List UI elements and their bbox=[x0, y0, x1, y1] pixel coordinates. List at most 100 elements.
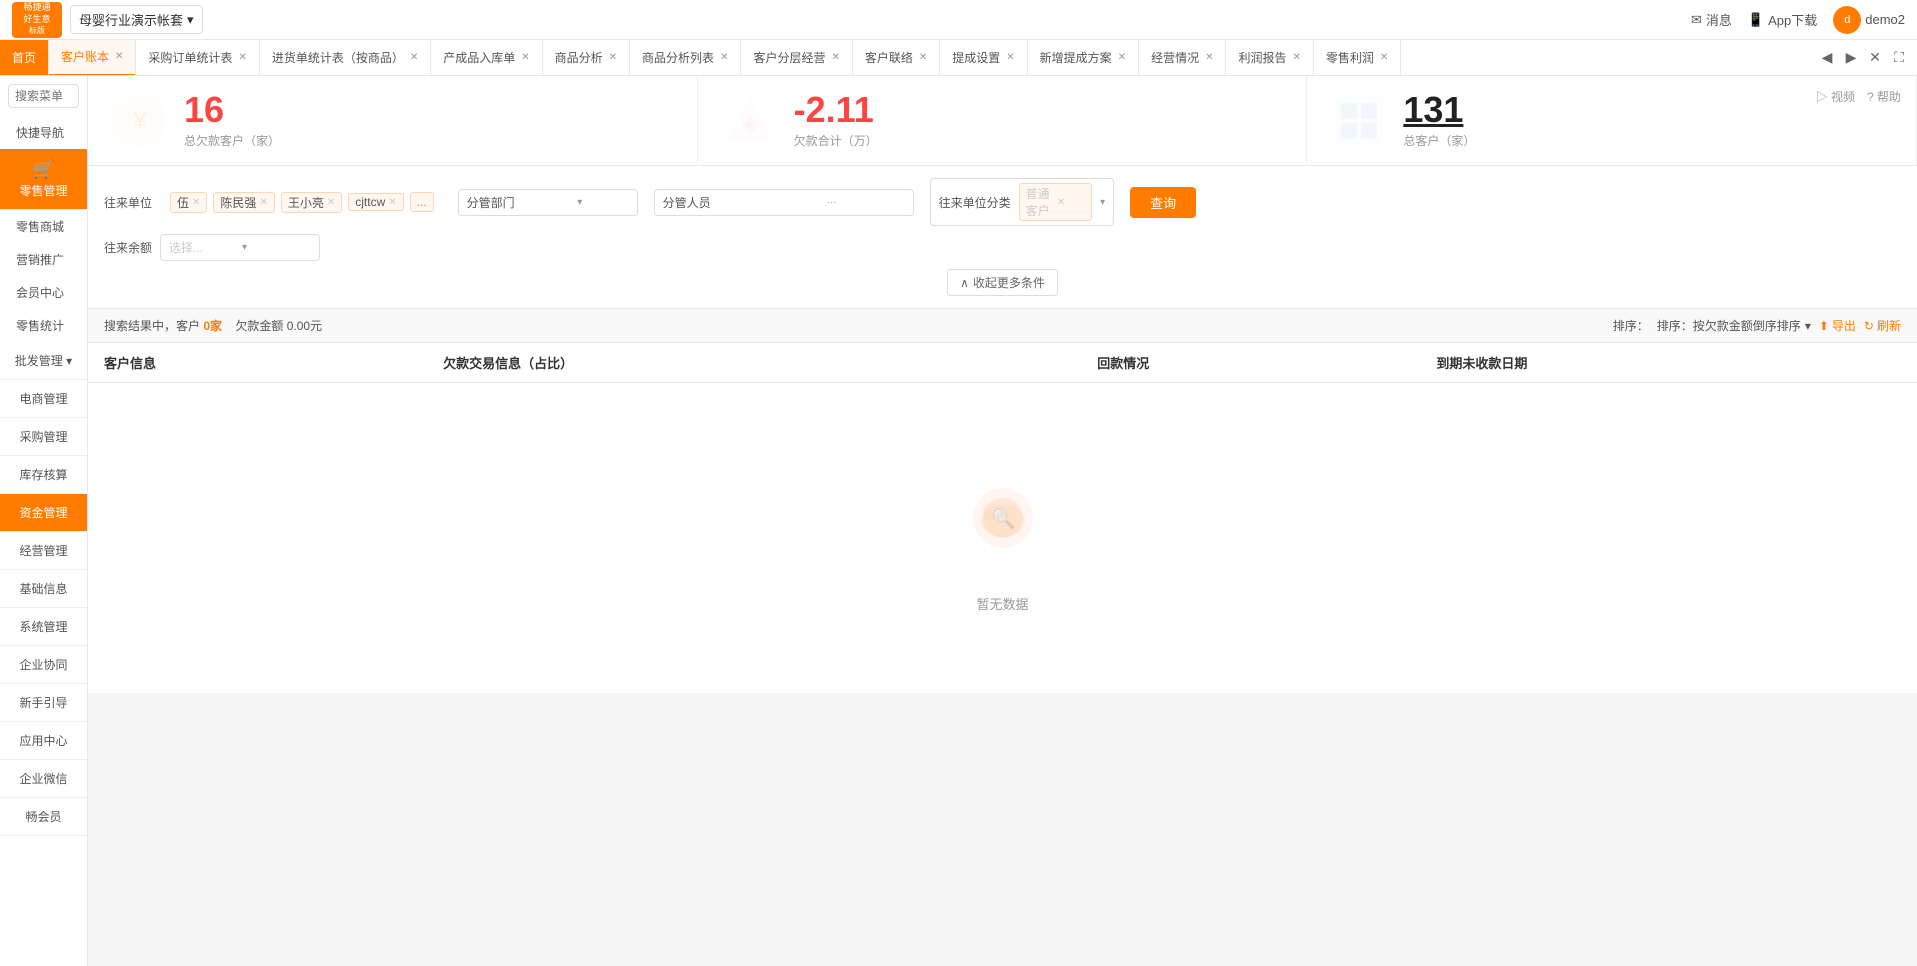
close-tab-new-achievement[interactable]: ✕ bbox=[1118, 52, 1126, 63]
category-filter-select[interactable]: 往来单位分类 普通客户 ✕ ▾ bbox=[930, 178, 1114, 226]
export-btn[interactable]: ⬆ 导出 bbox=[1819, 317, 1856, 334]
unit-tag-2: 陈民强 ✕ bbox=[213, 192, 274, 213]
tab-retail-profit[interactable]: 零售利润 ✕ bbox=[1314, 40, 1401, 76]
unit-filter-tags: 伍 ✕ 陈民强 ✕ 王小亮 ✕ bbox=[170, 192, 434, 213]
balance-filter-label: 往来余额 bbox=[104, 239, 152, 256]
col-repayment: 回款情况 bbox=[1081, 343, 1420, 383]
tab-goods-analysis[interactable]: 商品分析 ✕ bbox=[543, 40, 630, 76]
close-tab-profit-report[interactable]: ✕ bbox=[1293, 52, 1301, 63]
credit-customers-label: 总欠款客户（家） bbox=[184, 132, 280, 149]
sidebar-item-wholesale[interactable]: 批发管理 ▾ bbox=[0, 342, 87, 380]
unit-tag-3: 王小亮 ✕ bbox=[281, 192, 342, 213]
tab-purchase-order-stats[interactable]: 采购订单统计表 ✕ bbox=[136, 40, 259, 76]
sidebar-item-purchase[interactable]: 采购管理 bbox=[0, 418, 87, 456]
sidebar-item-new-guide[interactable]: 新手引导 bbox=[0, 684, 87, 722]
export-icon: ⬆ bbox=[1819, 319, 1829, 333]
sidebar-item-operations[interactable]: 经营管理 bbox=[0, 532, 87, 570]
sidebar-item-enterprise-wechat[interactable]: 企业微信 bbox=[0, 760, 87, 798]
sidebar-item-member[interactable]: 会员中心 bbox=[0, 276, 87, 309]
app-logo: 畅捷通好生意标版 bbox=[12, 2, 62, 38]
sidebar-item-marketing[interactable]: 营销推广 bbox=[0, 243, 87, 276]
empty-icon: 🔍 bbox=[953, 463, 1053, 582]
chevron-down-icon: ▾ bbox=[187, 12, 194, 28]
nav-prev-btn[interactable]: ◀ bbox=[1817, 48, 1837, 68]
tab-remind-settings[interactable]: 提成设置 ✕ bbox=[940, 40, 1027, 76]
sidebar-item-basic-info[interactable]: 基础信息 bbox=[0, 570, 87, 608]
remove-category-tag[interactable]: ✕ bbox=[1057, 197, 1085, 208]
balance-filter-select[interactable]: 选择... ▾ bbox=[160, 234, 320, 261]
sidebar-item-app-center[interactable]: 应用中心 bbox=[0, 722, 87, 760]
category-chevron-icon: ▾ bbox=[1100, 197, 1105, 208]
balance-chevron-icon: ▾ bbox=[242, 242, 311, 253]
sidebar-item-retail[interactable]: 🛒 零售管理 bbox=[0, 149, 87, 210]
refresh-btn[interactable]: ↻ 刷新 bbox=[1864, 317, 1901, 334]
dept-filter-label: 分管部门 bbox=[467, 194, 518, 211]
close-tab-retail-profit[interactable]: ✕ bbox=[1380, 52, 1388, 63]
download-icon: 📱 bbox=[1748, 12, 1764, 28]
nav-fullscreen-btn[interactable]: ⛶ bbox=[1889, 48, 1909, 68]
sidebar-item-retail-mall[interactable]: 零售商城 bbox=[0, 210, 87, 243]
collapse-btn[interactable]: ∧ 收起更多条件 bbox=[947, 269, 1058, 296]
person-filter-label: 分管人员 bbox=[663, 194, 741, 211]
tab-home[interactable]: 首页 bbox=[0, 40, 49, 76]
sidebar-item-retail-stats[interactable]: 零售统计 bbox=[0, 309, 87, 342]
remove-tag-4[interactable]: ✕ bbox=[388, 197, 396, 208]
close-tab-product-inbound[interactable]: ✕ bbox=[521, 52, 529, 63]
close-tab-purchase-order-stats[interactable]: ✕ bbox=[238, 52, 246, 63]
remove-tag-2[interactable]: ✕ bbox=[259, 197, 267, 208]
query-button[interactable]: 查询 bbox=[1130, 187, 1196, 218]
tab-customer-tier[interactable]: 客户分层经营 ✕ bbox=[741, 40, 852, 76]
app-download-btn[interactable]: 📱 App下载 bbox=[1748, 10, 1817, 29]
credit-amount-label: 欠款合计（万） bbox=[794, 132, 878, 149]
close-tab-customers[interactable]: ✕ bbox=[115, 51, 123, 62]
sidebar-item-system[interactable]: 系统管理 bbox=[0, 608, 87, 646]
search-summary: 搜索结果中，客户 0家 欠款金额 0.00元 bbox=[104, 317, 322, 334]
total-customers-label: 总客户（家） bbox=[1403, 132, 1475, 149]
sort-label: 排序： bbox=[1613, 317, 1649, 334]
nav-next-btn[interactable]: ▶ bbox=[1841, 48, 1861, 68]
sidebar-item-enterprise-coop[interactable]: 企业协同 bbox=[0, 646, 87, 684]
message-icon: ✉ bbox=[1691, 12, 1702, 28]
tab-goods-analysis-list[interactable]: 商品分析列表 ✕ bbox=[630, 40, 741, 76]
category-filter-label: 往来单位分类 bbox=[939, 194, 1011, 211]
remove-tag-1[interactable]: ✕ bbox=[192, 197, 200, 208]
close-tab-inbound-stats[interactable]: ✕ bbox=[410, 52, 418, 63]
close-tab-goods-analysis[interactable]: ✕ bbox=[609, 52, 617, 63]
more-tags-btn[interactable]: ... bbox=[410, 192, 434, 212]
person-filter-select[interactable]: 分管人员 ··· bbox=[654, 189, 914, 216]
credit-customers-value: 16 bbox=[184, 92, 280, 128]
user-avatar-area[interactable]: d demo2 bbox=[1833, 6, 1905, 34]
close-tab-customer-connect[interactable]: ✕ bbox=[919, 52, 927, 63]
help-btn[interactable]: ? 帮助 bbox=[1867, 88, 1901, 105]
tab-customers[interactable]: 客户账本 ✕ bbox=[49, 40, 136, 76]
sidebar-item-ecommerce[interactable]: 电商管理 bbox=[0, 380, 87, 418]
sidebar-item-vip-member[interactable]: 畅会员 bbox=[0, 798, 87, 836]
tab-customer-connect[interactable]: 客户联络 ✕ bbox=[853, 40, 940, 76]
search-input[interactable] bbox=[8, 84, 79, 108]
avatar: d bbox=[1833, 6, 1861, 34]
sidebar-item-quick-nav[interactable]: 快捷导航 bbox=[0, 116, 87, 149]
tab-inbound-stats[interactable]: 进货单统计表（按商品） ✕ bbox=[260, 40, 431, 76]
tab-new-achievement[interactable]: 新增提成方案 ✕ bbox=[1028, 40, 1139, 76]
close-tab-operation-status[interactable]: ✕ bbox=[1205, 52, 1213, 63]
tab-product-inbound[interactable]: 产成品入库单 ✕ bbox=[431, 40, 542, 76]
svg-text:¥: ¥ bbox=[132, 108, 147, 135]
store-selector[interactable]: 母婴行业演示帐套 ▾ bbox=[70, 5, 203, 34]
sidebar-item-inventory[interactable]: 库存核算 bbox=[0, 456, 87, 494]
credit-amount-icon: ◈ bbox=[722, 93, 778, 149]
tab-operation-status[interactable]: 经营情况 ✕ bbox=[1139, 40, 1226, 76]
close-tab-goods-analysis-list[interactable]: ✕ bbox=[720, 52, 728, 63]
dept-filter-select[interactable]: 分管部门 ▾ bbox=[458, 189, 638, 216]
tab-profit-report[interactable]: 利润报告 ✕ bbox=[1226, 40, 1313, 76]
credit-amount-value: -2.11 bbox=[794, 92, 878, 128]
nav-close-all-btn[interactable]: ✕ bbox=[1865, 48, 1885, 68]
remove-tag-3[interactable]: ✕ bbox=[327, 197, 335, 208]
sidebar-item-finance[interactable]: 资金管理 bbox=[0, 494, 87, 532]
close-tab-remind-settings[interactable]: ✕ bbox=[1006, 52, 1014, 63]
message-btn[interactable]: ✉ 消息 bbox=[1691, 10, 1732, 29]
close-tab-customer-tier[interactable]: ✕ bbox=[831, 52, 839, 63]
col-due-date: 到期未收款日期 bbox=[1420, 343, 1917, 383]
question-icon: ? bbox=[1867, 90, 1874, 104]
video-help-btn[interactable]: ▷ 视频 bbox=[1816, 88, 1855, 105]
sort-select[interactable]: 排序：按欠款金额倒序排序 ▾ bbox=[1657, 317, 1811, 334]
